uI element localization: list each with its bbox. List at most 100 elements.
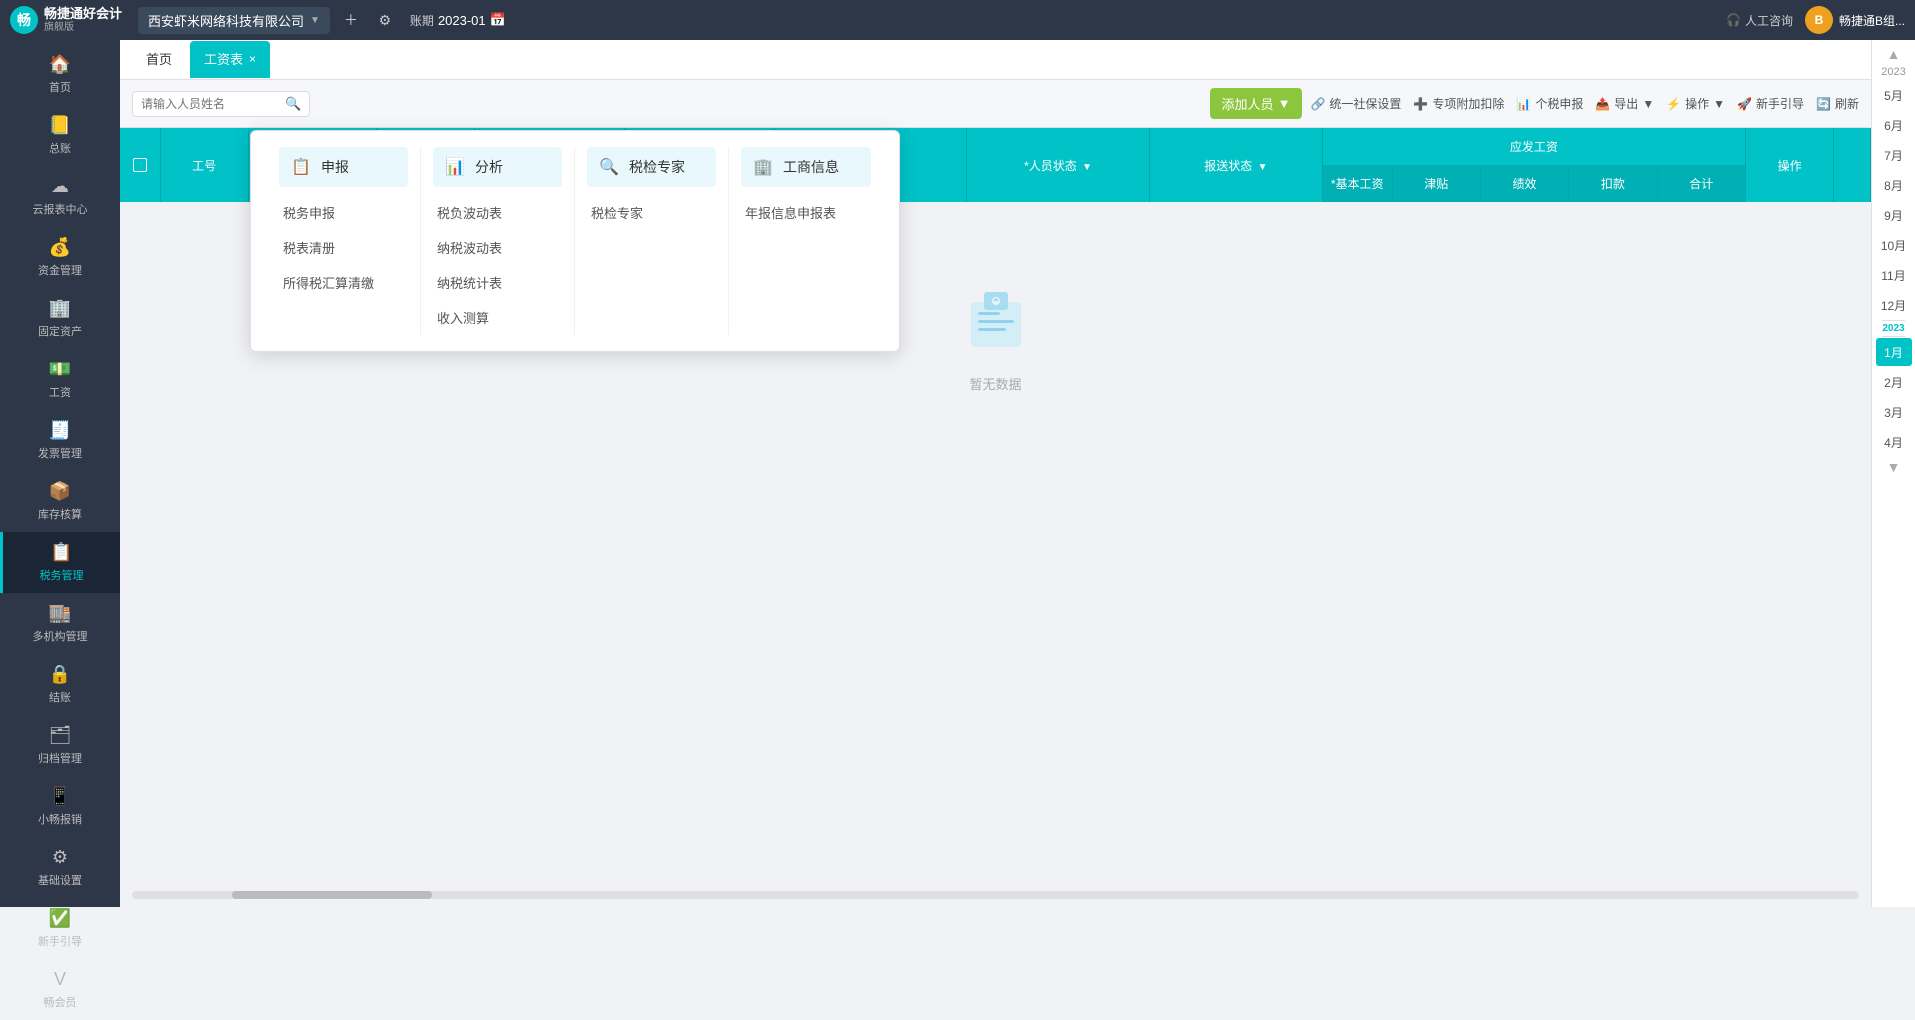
sidebar-label-invoice: 发票管理	[38, 445, 82, 461]
user-name: 畅捷通B组...	[1839, 12, 1905, 29]
dropdown-item-income-tax[interactable]: 所得税汇算清缴	[279, 265, 408, 300]
dropdown-item-taxexpert[interactable]: 税检专家	[587, 195, 716, 230]
month-6[interactable]: 6月	[1876, 111, 1912, 139]
personal-tax-label: 个税申报	[1535, 95, 1583, 112]
social-insurance-label: 统一社保设置	[1329, 95, 1401, 112]
col-base-salary: *基本工资	[1322, 165, 1392, 202]
dropdown-item-tax-fluctuation[interactable]: 纳税波动表	[433, 230, 562, 265]
headset-icon: 🎧	[1726, 13, 1741, 27]
sidebar-label-payroll: 工资	[49, 384, 71, 400]
month-7[interactable]: 7月	[1876, 141, 1912, 169]
month-12[interactable]: 12月	[1876, 291, 1912, 319]
dropdown-item-annual-report[interactable]: 年报信息申报表	[741, 195, 871, 230]
right-panel-up-arrow[interactable]: ▲	[1880, 44, 1908, 64]
search-icon: 🔍	[285, 96, 301, 112]
col-report-status[interactable]: 报送状态 ▼	[1149, 128, 1322, 202]
payroll-icon: 💵	[49, 359, 71, 380]
app-subtitle: 旗舰版	[44, 22, 122, 34]
taxexpert-label: 税检专家	[629, 157, 685, 177]
declaration-label: 申报	[321, 157, 349, 177]
month-2[interactable]: 2月	[1876, 368, 1912, 396]
col-status[interactable]: *人员状态 ▼	[967, 128, 1150, 202]
operations-button[interactable]: ⚡ 操作 ▼	[1666, 95, 1725, 112]
dropdown-item-tax-stats[interactable]: 纳税统计表	[433, 265, 562, 300]
current-year-label: 2023	[1882, 320, 1904, 337]
sidebar-item-basic[interactable]: ⚙ 基础设置	[0, 837, 120, 898]
export-button[interactable]: 📤 导出 ▼	[1595, 95, 1654, 112]
sidebar-label-vip: 畅会员	[44, 994, 77, 1010]
social-insurance-icon: 🔗	[1310, 97, 1325, 111]
add-person-button[interactable]: 添加人员 ▼	[1210, 88, 1303, 119]
company-selector[interactable]: 西安虾米网络科技有限公司 ▼	[138, 7, 330, 34]
calendar-icon[interactable]: 📅	[490, 12, 506, 28]
inventory-icon: 📦	[49, 481, 71, 502]
sidebar-item-multi[interactable]: 🏬 多机构管理	[0, 593, 120, 654]
dropdown-item-tax-table[interactable]: 税表清册	[279, 230, 408, 265]
add-company-button[interactable]: ＋	[338, 7, 364, 33]
month-8[interactable]: 8月	[1876, 171, 1912, 199]
tab-close-icon[interactable]: ×	[249, 52, 256, 66]
special-deduction-button[interactable]: ➕ 专项附加扣除	[1413, 95, 1504, 112]
declaration-icon: 📋	[287, 153, 315, 181]
sidebar-item-archive[interactable]: 🗂 归档管理	[0, 715, 120, 776]
tab-home[interactable]: 首页	[132, 41, 186, 78]
month-1[interactable]: 1月	[1876, 338, 1912, 366]
sidebar-item-capital[interactable]: 💰 资金管理	[0, 227, 120, 288]
col-deduction: 扣款	[1569, 165, 1657, 202]
cloud-icon: ☁	[51, 176, 69, 197]
dropdown-item-tax-burden[interactable]: 税负波动表	[433, 195, 562, 230]
social-insurance-button[interactable]: 🔗 统一社保设置	[1310, 95, 1401, 112]
col-no: 工号	[160, 128, 248, 202]
refresh-button[interactable]: 🔄 刷新	[1816, 95, 1859, 112]
support-button[interactable]: 🎧 人工咨询	[1726, 12, 1793, 29]
guide-button[interactable]: 🚀 新手引导	[1737, 95, 1804, 112]
sidebar-item-invoice[interactable]: 🧾 发票管理	[0, 410, 120, 471]
bizinfo-header: 🏢 工商信息	[741, 147, 871, 187]
personal-tax-button[interactable]: 📊 个税申报	[1516, 95, 1583, 112]
sidebar-label-guide: 新手引导	[38, 933, 82, 949]
right-panel-down-arrow[interactable]: ▼	[1880, 457, 1908, 477]
dropdown-menu[interactable]: 📋 申报 税务申报 税表清册 所得税汇算清缴 📊 分析	[250, 130, 900, 352]
sidebar-label-ledger: 总账	[49, 140, 71, 156]
sidebar-item-tax[interactable]: 📋 税务管理	[0, 532, 120, 593]
scroll-thumb[interactable]	[232, 891, 432, 899]
month-5[interactable]: 5月	[1876, 81, 1912, 109]
sidebar-label-assets: 固定资产	[38, 323, 82, 339]
sidebar-item-payroll[interactable]: 💵 工资	[0, 349, 120, 410]
sidebar-label-close-period: 结账	[49, 689, 71, 705]
sidebar-item-ledger[interactable]: 📒 总账	[0, 105, 120, 166]
dropdown-item-income-estimate[interactable]: 收入测算	[433, 300, 562, 335]
xiaochang-icon: 📱	[49, 786, 71, 807]
month-10[interactable]: 10月	[1876, 231, 1912, 259]
user-info[interactable]: B 畅捷通B组...	[1805, 6, 1905, 34]
bizinfo-icon: 🏢	[749, 153, 777, 181]
top-bar: 畅 畅捷通好会计 旗舰版 西安虾米网络科技有限公司 ▼ ＋ ⚙ 账期 2023-…	[0, 0, 1915, 40]
scroll-bar[interactable]	[132, 891, 1859, 899]
sidebar-item-vip[interactable]: V 畅会员	[0, 959, 120, 1020]
sidebar-item-home[interactable]: 🏠 首页	[0, 44, 120, 105]
settings-icon[interactable]: ⚙	[372, 7, 398, 33]
multi-icon: 🏬	[49, 603, 71, 624]
month-11[interactable]: 11月	[1876, 261, 1912, 289]
select-all-checkbox[interactable]	[133, 158, 147, 172]
month-3[interactable]: 3月	[1876, 398, 1912, 426]
sidebar-item-guide[interactable]: ✅ 新手引导	[0, 898, 120, 959]
home-icon: 🏠	[49, 54, 71, 75]
tab-payroll[interactable]: 工资表 ×	[190, 41, 270, 78]
dropdown-item-tax-declaration[interactable]: 税务申报	[279, 195, 408, 230]
col-check	[120, 128, 160, 202]
sidebar-item-assets[interactable]: 🏢 固定资产	[0, 288, 120, 349]
month-9[interactable]: 9月	[1876, 201, 1912, 229]
bizinfo-label: 工商信息	[783, 157, 839, 177]
invoice-icon: 🧾	[49, 420, 71, 441]
sidebar-label-archive: 归档管理	[38, 750, 82, 766]
col-total: 合计	[1657, 165, 1745, 202]
search-input[interactable]	[141, 97, 281, 111]
sidebar-item-cloud[interactable]: ☁ 云报表中心	[0, 166, 120, 227]
sidebar-item-close-period[interactable]: 🔒 结账	[0, 654, 120, 715]
month-4[interactable]: 4月	[1876, 428, 1912, 456]
sidebar-label-inventory: 库存核算	[38, 506, 82, 522]
status-filter-icon: ▼	[1082, 162, 1092, 173]
sidebar-item-xiaochang[interactable]: 📱 小畅报销	[0, 776, 120, 837]
sidebar-item-inventory[interactable]: 📦 库存核算	[0, 471, 120, 532]
